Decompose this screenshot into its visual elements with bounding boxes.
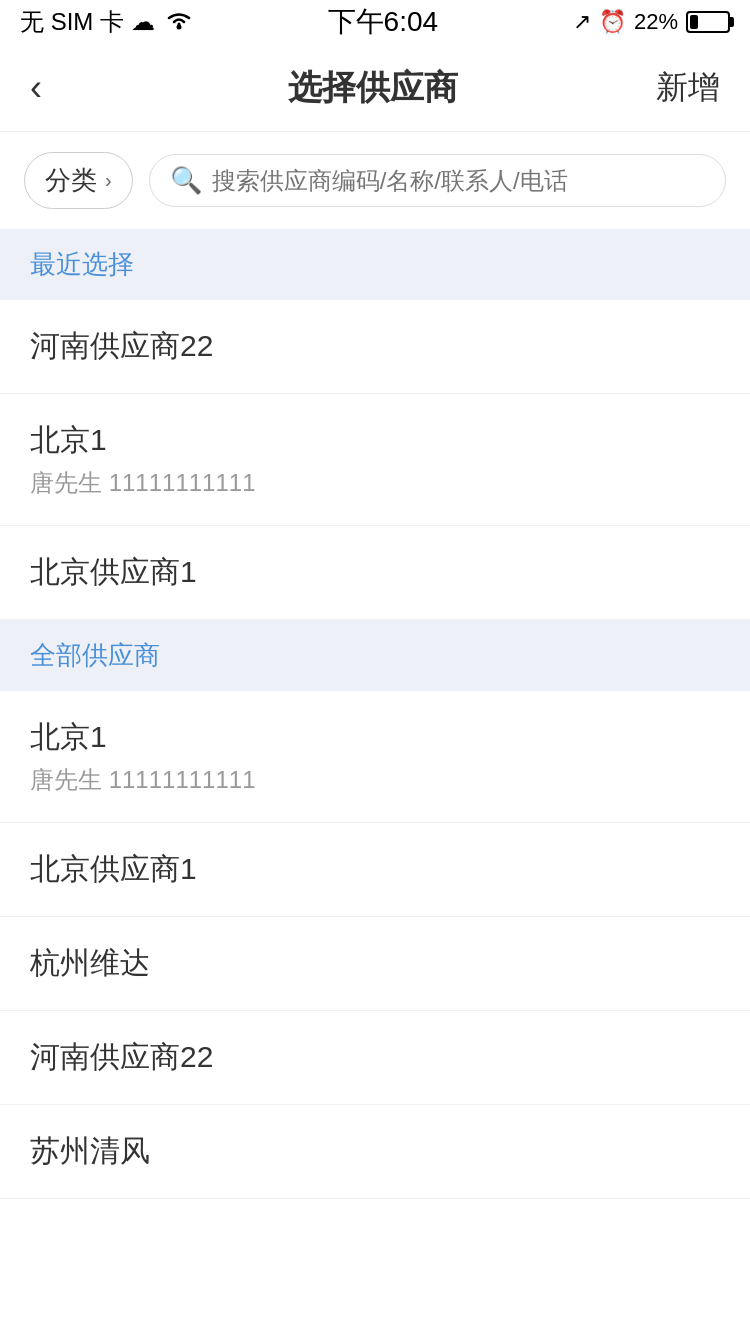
- search-icon: 🔍: [170, 165, 202, 196]
- page-title: 选择供应商: [288, 65, 458, 111]
- all-items-list: 北京1 唐先生 11111111111 北京供应商1 杭州维达河南供应商22 苏州清风: [0, 691, 750, 1199]
- list-item[interactable]: 北京供应商1: [0, 823, 750, 917]
- svg-point-0: [176, 25, 181, 30]
- recent-section-label: 最近选择: [30, 249, 134, 279]
- location-icon: ↗: [573, 9, 591, 35]
- item-name: 北京供应商1: [30, 849, 720, 890]
- recent-section-header: 最近选择: [0, 229, 750, 300]
- chevron-right-icon: ›: [105, 169, 112, 192]
- sim-status: 无 SIM 卡 ☁: [20, 6, 155, 38]
- status-bar: 无 SIM 卡 ☁ 下午6:04 ↗ ⏰ 22%: [0, 0, 750, 44]
- alarm-icon: ⏰: [599, 9, 626, 35]
- status-left: 无 SIM 卡 ☁: [20, 6, 193, 38]
- item-name: 北京供应商1: [30, 552, 720, 593]
- item-name: 河南供应商22: [30, 326, 720, 367]
- list-item[interactable]: 北京供应商1: [0, 526, 750, 620]
- battery-percent: 22%: [634, 9, 678, 35]
- item-name: 河南供应商22: [30, 1037, 720, 1078]
- item-sub: 唐先生 11111111111: [30, 467, 720, 499]
- item-name: 苏州清风: [30, 1131, 720, 1172]
- category-label: 分类: [45, 163, 97, 198]
- back-button[interactable]: ‹: [30, 67, 90, 109]
- item-name: 杭州维达: [30, 943, 720, 984]
- add-button[interactable]: 新增: [656, 66, 720, 110]
- item-name: 北京1: [30, 420, 720, 461]
- list-item[interactable]: 北京1 唐先生 11111111111: [0, 691, 750, 823]
- category-button[interactable]: 分类 ›: [24, 152, 133, 209]
- all-section-label: 全部供应商: [30, 640, 160, 670]
- battery-icon: [686, 11, 730, 33]
- item-name: 北京1: [30, 717, 720, 758]
- wifi-icon: [165, 8, 193, 36]
- filter-row: 分类 › 🔍: [0, 132, 750, 229]
- list-item[interactable]: 北京1 唐先生 11111111111: [0, 394, 750, 526]
- list-item[interactable]: 杭州维达: [0, 917, 750, 1011]
- item-sub: 唐先生 11111111111: [30, 764, 720, 796]
- status-time: 下午6:04: [328, 3, 439, 41]
- status-right: ↗ ⏰ 22%: [573, 9, 730, 35]
- search-input[interactable]: [212, 167, 705, 195]
- all-section-header: 全部供应商: [0, 620, 750, 691]
- list-item[interactable]: 苏州清风: [0, 1105, 750, 1199]
- list-item[interactable]: 河南供应商22: [0, 1011, 750, 1105]
- list-item[interactable]: 河南供应商22: [0, 300, 750, 394]
- nav-bar: ‹ 选择供应商 新增: [0, 44, 750, 132]
- search-box[interactable]: 🔍: [149, 154, 726, 207]
- recent-items-list: 河南供应商22 北京1 唐先生 11111111111 北京供应商1: [0, 300, 750, 620]
